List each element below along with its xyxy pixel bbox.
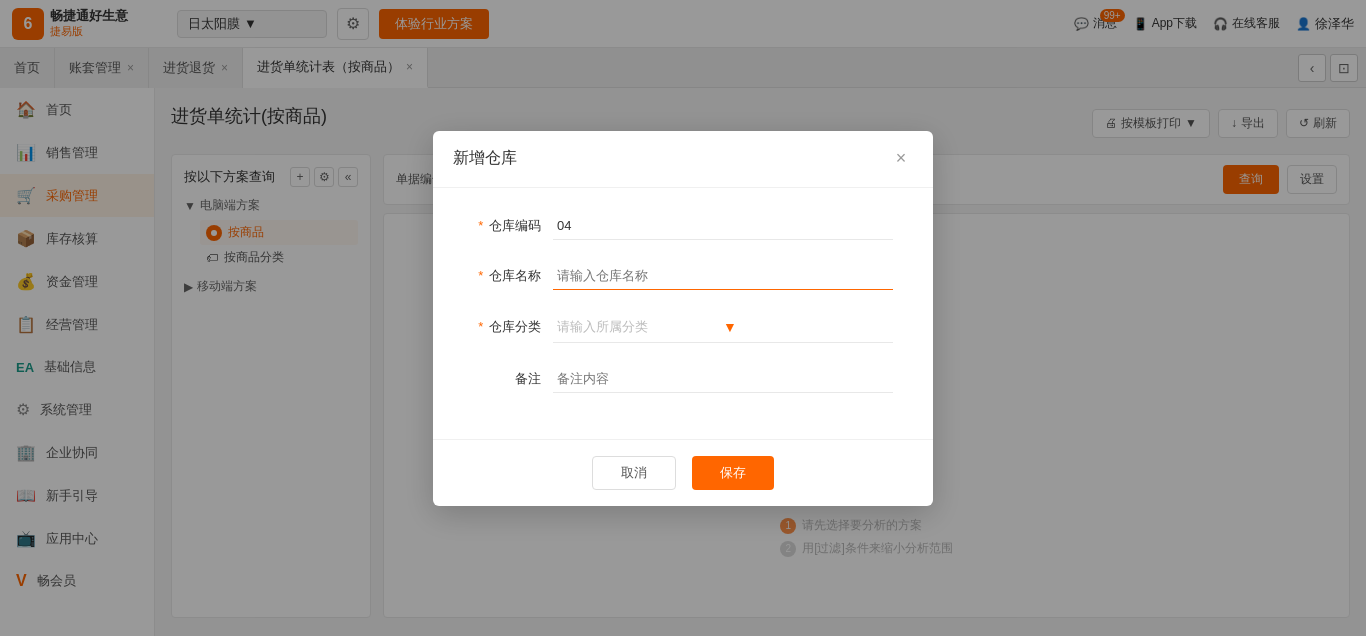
category-label: * 仓库分类 xyxy=(473,318,553,336)
modal-close-button[interactable]: × xyxy=(889,147,913,171)
form-row-name: * 仓库名称 xyxy=(473,262,893,290)
remark-input[interactable] xyxy=(553,365,893,393)
name-required-star: * xyxy=(478,268,483,283)
code-required-star: * xyxy=(478,218,483,233)
warehouse-code-input[interactable] xyxy=(553,212,893,240)
cancel-button[interactable]: 取消 xyxy=(592,456,676,490)
name-label: * 仓库名称 xyxy=(473,267,553,285)
category-placeholder: 请输入所属分类 xyxy=(557,318,723,336)
form-row-code: * 仓库编码 xyxy=(473,212,893,240)
category-chevron-icon: ▼ xyxy=(723,319,889,335)
form-row-remark: 备注 xyxy=(473,365,893,393)
form-row-category: * 仓库分类 请输入所属分类 ▼ xyxy=(473,312,893,343)
modal-footer: 取消 保存 xyxy=(433,439,933,506)
modal-body: * 仓库编码 * 仓库名称 * 仓库分类 请输入所属 xyxy=(433,188,933,439)
modal-overlay: 新增仓库 × * 仓库编码 * 仓库名称 xyxy=(0,0,1366,636)
code-label: * 仓库编码 xyxy=(473,217,553,235)
category-required-star: * xyxy=(478,319,483,334)
remark-label: 备注 xyxy=(473,370,553,388)
modal-header: 新增仓库 × xyxy=(433,131,933,188)
save-button[interactable]: 保存 xyxy=(692,456,774,490)
category-select[interactable]: 请输入所属分类 ▼ xyxy=(553,312,893,343)
modal-title: 新增仓库 xyxy=(453,148,517,169)
new-warehouse-modal: 新增仓库 × * 仓库编码 * 仓库名称 xyxy=(433,131,933,506)
warehouse-name-input[interactable] xyxy=(553,262,893,290)
